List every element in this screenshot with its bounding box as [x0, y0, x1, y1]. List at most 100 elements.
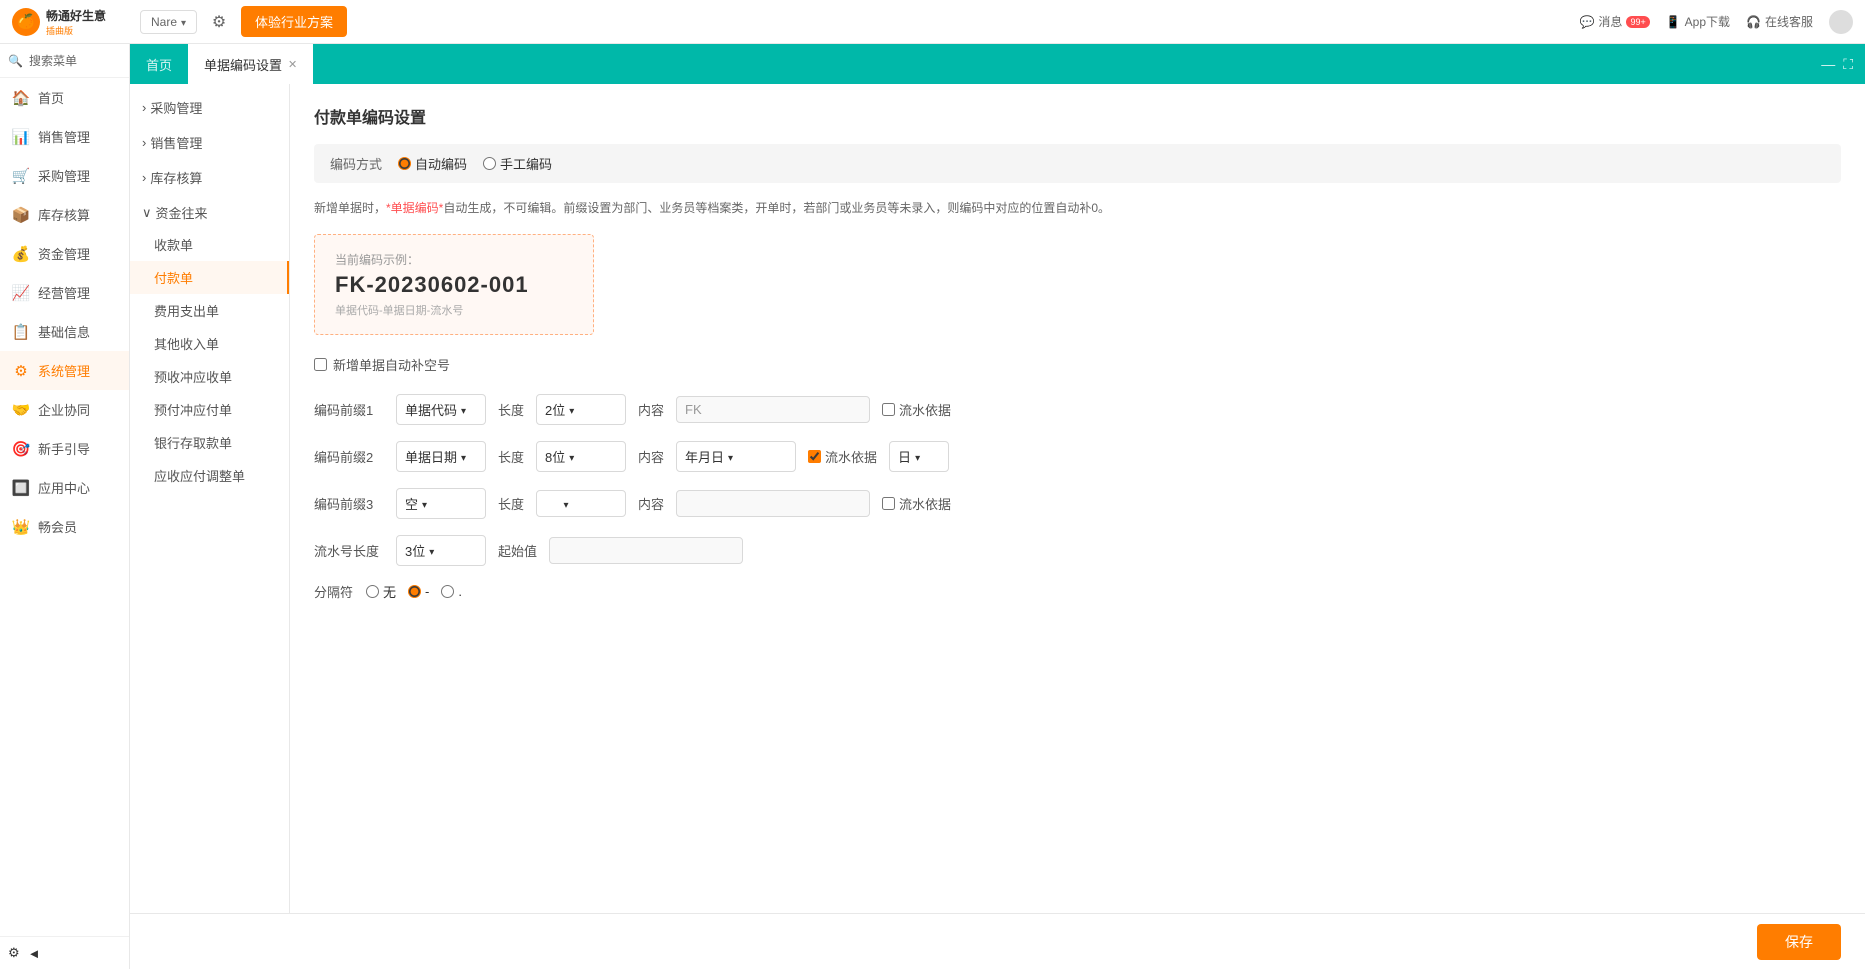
chevron-down-icon — [422, 496, 427, 511]
user-avatar[interactable] — [1829, 10, 1853, 34]
sidebar-item-app[interactable]: 🔲 应用中心 — [0, 468, 129, 507]
length3-select[interactable] — [536, 490, 626, 517]
message-icon: 💬 — [1579, 15, 1594, 29]
top-header: 🍊 畅通好生意 插曲版 Nare ⚙ 体验行业方案 💬 消息 99+ 📱 App… — [0, 0, 1865, 44]
sub-nav-group-sales: › 销售管理 — [130, 127, 289, 158]
enterprise-icon: 🤝 — [12, 401, 30, 419]
sub-nav-group-purchase-header[interactable]: › 采购管理 — [130, 92, 289, 123]
separator-row: 分隔符 无 - . — [314, 582, 1841, 601]
watermark1-checkbox-item[interactable]: 流水依据 — [882, 400, 951, 419]
save-button[interactable]: 保存 — [1757, 924, 1841, 960]
watermark3-checkbox-item[interactable]: 流水依据 — [882, 494, 951, 513]
bottom-bar: 保存 — [290, 913, 1865, 969]
app-download-button[interactable]: 📱 App下载 — [1666, 13, 1730, 30]
industry-button[interactable]: 体验行业方案 — [241, 6, 347, 37]
member-icon: 👑 — [12, 518, 30, 536]
form-row-serial: 流水号长度 3位 起始值 1 — [314, 535, 1841, 566]
sub-nav-item-prepay-ap[interactable]: 预付冲应付单 — [130, 393, 289, 426]
sidebar-item-enterprise[interactable]: 🤝 企业协同 — [0, 390, 129, 429]
nav-dropdown-button[interactable]: Nare — [140, 10, 197, 34]
length2-select[interactable]: 8位 — [536, 441, 626, 472]
sidebar-item-member[interactable]: 👑 畅会员 — [0, 507, 129, 546]
tab-bar: 首页 单据编码设置 ✕ — ⛶ — [130, 44, 290, 84]
logo-icon: 🍊 — [12, 8, 40, 36]
chevron-down-icon — [429, 543, 434, 558]
sidebar-item-guide[interactable]: 🎯 新手引导 — [0, 429, 129, 468]
sidebar-item-finance[interactable]: 💰 资金管理 — [0, 234, 129, 273]
sidebar-item-system[interactable]: ⚙ 系统管理 — [0, 351, 129, 390]
tab-home[interactable]: 首页 — [130, 44, 188, 84]
sub-nav-item-ar-ap-adjust[interactable]: 应收应付调整单 — [130, 459, 289, 492]
chevron-down-icon — [563, 496, 568, 511]
encoding-method-row: 编码方式 自动编码 手工编码 — [314, 144, 1841, 183]
auto-encode-radio[interactable]: 自动编码 — [398, 154, 467, 173]
separator-none-radio[interactable]: 无 — [366, 582, 396, 601]
sidebar-item-management[interactable]: 📈 经营管理 — [0, 273, 129, 312]
chevron-down-icon — [569, 402, 574, 417]
sub-nav-item-payment[interactable]: 付款单 — [130, 261, 289, 294]
sidebar-bottom: ⚙ ◄ — [0, 936, 129, 969]
sales-icon: 📊 — [12, 128, 30, 146]
sub-nav: 首页 单据编码设置 ✕ — ⛶ › 采购管理 — [130, 44, 290, 969]
online-service-button[interactable]: 🎧 在线客服 — [1746, 13, 1813, 30]
sidebar-item-purchase[interactable]: 🛒 采购管理 — [0, 156, 129, 195]
preview-box: 当前编码示例： FK-20230602-001 单据代码-单据日期-流水号 — [314, 234, 594, 335]
top-nav-controls: Nare ⚙ 体验行业方案 — [140, 6, 1571, 37]
length1-select[interactable]: 2位 — [536, 394, 626, 425]
content3-input[interactable] — [676, 490, 870, 517]
chevron-right-icon: › — [142, 135, 146, 150]
watermark3-checkbox[interactable] — [882, 497, 895, 510]
settings-button[interactable]: ⚙ — [205, 8, 233, 36]
prefix2-select[interactable]: 单据日期 — [396, 441, 486, 472]
headset-icon: 🎧 — [1746, 15, 1761, 29]
chevron-down-icon — [461, 449, 466, 464]
sub-nav-group-inventory-header[interactable]: › 库存核算 — [130, 162, 289, 193]
separator-dash-radio[interactable]: - — [408, 584, 429, 599]
sidebar-item-inventory[interactable]: 📦 库存核算 — [0, 195, 129, 234]
chevron-down-icon — [569, 449, 574, 464]
main-layout: 🔍 搜索菜单 🏠 首页 📊 销售管理 🛒 采购管理 📦 库存核算 💰 资金管理 … — [0, 44, 1865, 969]
home-icon: 🏠 — [12, 89, 30, 107]
watermark1-checkbox[interactable] — [882, 403, 895, 416]
prefix1-select[interactable]: 单据代码 — [396, 394, 486, 425]
auto-fill-checkbox[interactable] — [314, 358, 327, 371]
sub-nav-group-funds: ∨ 资金往来 收款单 付款单 费用支出单 其他收入单 预收冲应收单 预付冲应付单… — [130, 197, 289, 492]
collapse-icon[interactable]: ◄ — [28, 946, 41, 961]
manual-encode-radio[interactable]: 手工编码 — [483, 154, 552, 173]
content2-select[interactable]: 年月日 — [676, 441, 796, 472]
sub-nav-item-expense[interactable]: 费用支出单 — [130, 294, 289, 327]
sub-nav-group-sales-header[interactable]: › 销售管理 — [130, 127, 289, 158]
prefix3-select[interactable]: 空 — [396, 488, 486, 519]
sub-nav-item-bank[interactable]: 银行存取款单 — [130, 426, 289, 459]
watermark2-checkbox-item[interactable]: 流水依据 — [808, 447, 877, 466]
form-row-prefix2: 编码前缀2 单据日期 长度 8位 内容 年月日 — [314, 441, 1841, 472]
separator-dot-radio[interactable]: . — [441, 584, 462, 599]
settings-bottom-icon[interactable]: ⚙ — [8, 945, 20, 961]
chevron-right-icon: › — [142, 100, 146, 115]
guide-icon: 🎯 — [12, 440, 30, 458]
form-row-prefix3: 编码前缀3 空 长度 内容 流水依据 — [314, 488, 1841, 519]
sidebar-item-sales[interactable]: 📊 销售管理 — [0, 117, 129, 156]
serial-length-select[interactable]: 3位 — [396, 535, 486, 566]
sub-nav-item-other-income[interactable]: 其他收入单 — [130, 327, 289, 360]
sidebar-item-home[interactable]: 🏠 首页 — [0, 78, 129, 117]
system-icon: ⚙ — [12, 362, 30, 380]
sub-nav-item-receipt[interactable]: 收款单 — [130, 228, 289, 261]
purchase-icon: 🛒 — [12, 167, 30, 185]
chevron-down-icon2: ∨ — [142, 205, 152, 221]
auto-fill-row: 新增单据自动补空号 — [314, 355, 1841, 374]
sidebar-item-basic[interactable]: 📋 基础信息 — [0, 312, 129, 351]
finance-icon: 💰 — [12, 245, 30, 263]
tab-encoding-settings[interactable]: 单据编码设置 ✕ — [188, 44, 290, 84]
sub-nav-group-inventory: › 库存核算 — [130, 162, 289, 193]
start-value-input[interactable]: 1 — [549, 537, 743, 564]
message-button[interactable]: 💬 消息 99+ — [1579, 13, 1649, 30]
sub-nav-item-prepay-ar[interactable]: 预收冲应收单 — [130, 360, 289, 393]
period-select[interactable]: 日 — [889, 441, 949, 472]
watermark2-checkbox[interactable] — [808, 450, 821, 463]
sub-nav-group-funds-header[interactable]: ∨ 资金往来 — [130, 197, 289, 228]
logo-text: 畅通好生意 插曲版 — [46, 7, 106, 37]
sidebar-search[interactable]: 🔍 搜索菜单 — [0, 44, 129, 78]
auto-fill-label[interactable]: 新增单据自动补空号 — [333, 355, 450, 374]
tab-close-icon[interactable]: ✕ — [288, 58, 290, 71]
